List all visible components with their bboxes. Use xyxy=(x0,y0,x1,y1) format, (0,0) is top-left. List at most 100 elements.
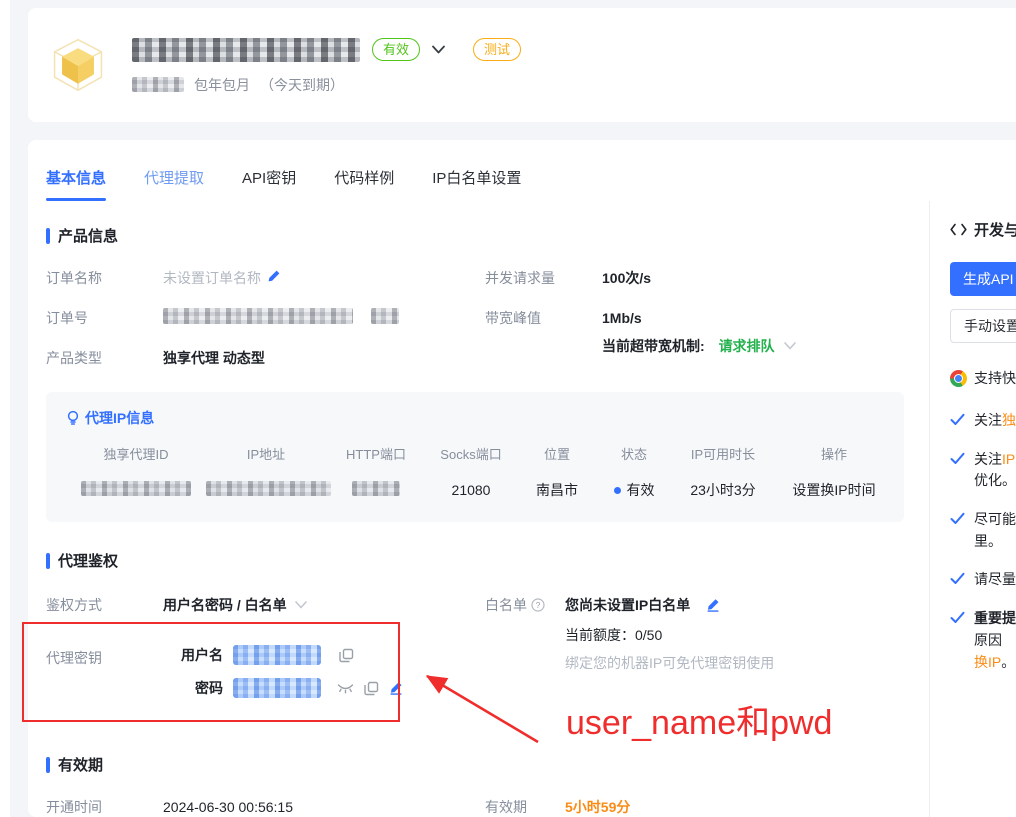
section-bar xyxy=(46,553,50,569)
order-name-label: 订单名称 xyxy=(46,268,163,288)
status-chevron-down-icon[interactable] xyxy=(432,45,445,54)
tip-text-line2: 里。 xyxy=(974,531,1016,553)
auth-method-value[interactable]: 用户名密码 / 白名单 xyxy=(163,595,287,615)
username-label: 用户名 xyxy=(163,645,223,665)
tip-item-3: 尽可能里。 xyxy=(950,509,1016,552)
concurrency-row: 并发请求量 100次/s xyxy=(485,268,929,288)
tab-basic-info[interactable]: 基本信息 xyxy=(46,167,106,201)
proxy-ip-info-title-text: 代理IP信息 xyxy=(85,408,154,428)
over-bandwidth-label: 当前超带宽机制: xyxy=(602,338,705,354)
expiry-text: （今天到期） xyxy=(260,75,344,95)
whitelist-label: 白名单 xyxy=(485,595,527,615)
section-title-text: 代理鉴权 xyxy=(58,550,118,571)
order-no-redacted-2 xyxy=(371,308,399,324)
auth-method-label: 鉴权方式 xyxy=(46,595,163,615)
tip-item-4: 请尽量 xyxy=(950,569,1016,591)
section-title-text: 产品信息 xyxy=(58,225,118,246)
tab-proxy-extract[interactable]: 代理提取 xyxy=(144,167,204,201)
password-value-redacted xyxy=(233,678,321,698)
product-cube-icon xyxy=(48,35,108,95)
whitelist-hint: 绑定您的机器IP可免代理密钥使用 xyxy=(565,653,774,673)
code-icon xyxy=(950,222,967,237)
check-icon xyxy=(950,611,965,624)
tip-text: 关注 xyxy=(974,412,1002,428)
product-detail-page: 有效 测试 包年包月 （今天到期） 基本信息 代理提取 API密钥 代码样例 I… xyxy=(0,0,1016,817)
password-label: 密码 xyxy=(163,678,223,698)
section-title-proxy-auth: 代理鉴权 xyxy=(46,550,929,571)
col-header-proxy-id: 独享代理ID xyxy=(66,444,206,463)
check-icon xyxy=(950,572,965,585)
password-copy-icon[interactable] xyxy=(364,681,379,696)
product-type-label: 产品类型 xyxy=(46,348,163,368)
product-header-text: 有效 测试 包年包月 （今天到期） xyxy=(132,36,521,95)
ip-duration-value: 23小时3分 xyxy=(670,481,776,499)
status-value: 有效 xyxy=(627,482,655,498)
check-icon xyxy=(950,413,965,426)
bandwidth-row: 带宽峰值 1Mb/s 当前超带宽机制: 请求排队 xyxy=(485,308,929,356)
sidebar-tips: 关注独 关注IP优化。 尽可能里。 请尽量 xyxy=(950,410,1016,673)
location-value: 南昌市 xyxy=(516,481,598,499)
col-header-location: 位置 xyxy=(516,444,598,463)
col-header-http-port: HTTP端口 xyxy=(326,444,426,463)
bandwidth-value: 1Mb/s xyxy=(602,310,642,326)
product-type-value: 独享代理 动态型 xyxy=(163,348,265,368)
tab-bar: 基本信息 代理提取 API密钥 代码样例 IP白名单设置 xyxy=(28,140,1016,201)
whitelist-quota: 当前额度：0/50 xyxy=(565,625,774,645)
test-badge: 测试 xyxy=(473,38,521,61)
tip-link[interactable]: 换IP xyxy=(974,654,1001,670)
detail-card: 基本信息 代理提取 API密钥 代码样例 IP白名单设置 产品信息 订单名称 未… xyxy=(28,140,1016,817)
tip-link[interactable]: IP xyxy=(1002,451,1015,467)
password-show-eye-icon[interactable] xyxy=(337,683,354,694)
tip-item-5: 重要提原因换IP。 xyxy=(950,608,1016,673)
tip-link[interactable]: 独 xyxy=(1002,412,1016,428)
svg-text:?: ? xyxy=(536,600,541,610)
whitelist-edit-icon[interactable] xyxy=(706,597,720,617)
password-row: 密码 xyxy=(163,678,403,698)
order-name-edit-icon[interactable] xyxy=(267,268,281,288)
tip-item-1: 关注独 xyxy=(950,410,1016,432)
proxy-ip-info-box: 代理IP信息 独享代理ID IP地址 HTTP端口 Socks端口21080 位… xyxy=(46,392,904,522)
auth-method-chevron-icon[interactable] xyxy=(295,601,307,609)
proxy-key-row: 代理密钥 用户名 密码 xyxy=(46,645,485,698)
ip-redacted xyxy=(206,481,331,496)
auth-method-row: 鉴权方式 用户名密码 / 白名单 xyxy=(46,595,485,615)
tab-api-key[interactable]: API密钥 xyxy=(242,167,296,201)
tip-text: 请尽量 xyxy=(974,571,1016,587)
over-bandwidth-chevron-icon[interactable] xyxy=(784,342,796,350)
proxy-id-redacted xyxy=(81,481,191,496)
tab-code-samples[interactable]: 代码样例 xyxy=(334,167,394,201)
proxy-ip-table: 独享代理ID IP地址 HTTP端口 Socks端口21080 位置南昌市 状态… xyxy=(66,444,904,500)
section-title-product-info: 产品信息 xyxy=(46,225,929,246)
order-name-row: 订单名称 未设置订单名称 xyxy=(46,268,485,288)
col-header-ip: IP地址 xyxy=(206,444,326,463)
col-header-socks-port: Socks端口 xyxy=(426,444,516,463)
section-bar xyxy=(46,757,50,773)
bandwidth-label: 带宽峰值 xyxy=(485,308,602,328)
open-time-row: 开通时间 2024-06-30 00:56:15 xyxy=(46,797,485,817)
product-type-row: 产品类型 独享代理 动态型 xyxy=(46,348,485,368)
tab-ip-whitelist[interactable]: IP白名单设置 xyxy=(432,167,521,201)
concurrency-value: 100次/s xyxy=(602,268,651,288)
col-header-status: 状态 xyxy=(598,444,670,463)
col-header-duration: IP可用时长 xyxy=(670,444,776,463)
product-header-card: 有效 测试 包年包月 （今天到期） xyxy=(28,8,1016,122)
validity-duration-row: 有效期 5小时59分 xyxy=(485,797,929,817)
status-dot xyxy=(614,487,621,494)
order-no-row: 订单号 xyxy=(46,308,485,328)
username-copy-icon[interactable] xyxy=(339,648,354,663)
username-row: 用户名 xyxy=(163,645,403,665)
manual-setting-button[interactable]: 手动设置 xyxy=(950,309,1016,343)
tip-text-line2: 优化。 xyxy=(974,470,1016,492)
whitelist-help-icon[interactable]: ? xyxy=(531,598,545,612)
tip-text-tail: 。 xyxy=(1001,654,1015,670)
check-icon xyxy=(950,452,965,465)
password-edit-icon[interactable] xyxy=(389,681,403,695)
chrome-support-text: 支持快 xyxy=(974,368,1016,388)
open-time-value: 2024-06-30 00:56:15 xyxy=(163,797,293,817)
validity-duration-label: 有效期 xyxy=(485,797,565,817)
tip-text-bold: 重要提 xyxy=(974,610,1016,626)
tip-text: 关注 xyxy=(974,451,1002,467)
set-ip-rotation-link[interactable]: 设置换IP时间 xyxy=(776,481,892,499)
generate-api-button[interactable]: 生成API xyxy=(950,262,1016,296)
over-bandwidth-value[interactable]: 请求排队 xyxy=(719,338,775,354)
